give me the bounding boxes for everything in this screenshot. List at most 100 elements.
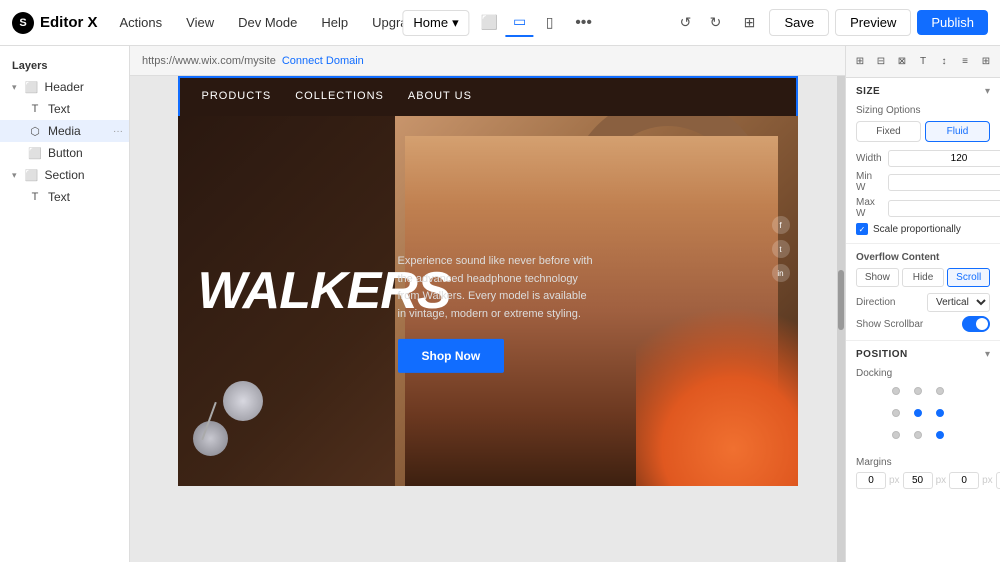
- orange-accent: [636, 301, 797, 486]
- hide-button[interactable]: Hide: [902, 268, 945, 287]
- canvas-scroll-handle[interactable]: [838, 270, 844, 330]
- website-frame[interactable]: PRODUCTS COLLECTIONS ABOUT US: [178, 76, 798, 486]
- minw-label: Min W: [856, 171, 884, 193]
- earbuds-image: [193, 371, 293, 471]
- undo-redo-group: ↺ ↻: [671, 9, 729, 37]
- preview-button[interactable]: Preview: [835, 9, 911, 36]
- chevron-down-icon: ▾: [452, 15, 459, 31]
- dock-mc[interactable]: [914, 409, 922, 417]
- toggle-knob: [976, 318, 988, 330]
- width-label: Width: [856, 153, 884, 164]
- dock-tl[interactable]: [892, 387, 900, 395]
- current-page: Home: [413, 15, 448, 30]
- nav-actions[interactable]: Actions: [110, 11, 173, 34]
- align-right-icon[interactable]: ⊠: [892, 51, 912, 73]
- sidebar-item-media[interactable]: ⬡ Media ···: [0, 120, 129, 142]
- undo-button[interactable]: ↺: [671, 9, 699, 37]
- margin-top-input[interactable]: [856, 472, 886, 489]
- facebook-icon[interactable]: f: [772, 216, 790, 234]
- nav-products[interactable]: PRODUCTS: [202, 90, 272, 102]
- direction-row: Direction Vertical: [856, 293, 990, 312]
- size-section-header[interactable]: SIZE ▾: [856, 86, 990, 97]
- margins-row: px px px: [856, 472, 990, 489]
- sidebar-item-section[interactable]: ▾ ⬜ Section: [0, 164, 129, 186]
- linkedin-icon[interactable]: in: [772, 264, 790, 282]
- scrollbar-toggle[interactable]: [962, 316, 990, 332]
- page-selector[interactable]: Home ▾: [402, 10, 469, 36]
- sidebar-label-section: Section: [45, 168, 85, 182]
- distribute-icon[interactable]: ≡: [955, 51, 975, 73]
- dock-bl[interactable]: [892, 431, 900, 439]
- more-options-icon[interactable]: •••: [570, 9, 598, 37]
- position-section-header[interactable]: POSITION ▾: [856, 349, 990, 360]
- topbar-center: Home ▾ ⬜ ▭ ▯ •••: [402, 9, 597, 37]
- layout-icon[interactable]: ⊞: [735, 9, 763, 37]
- nav-help[interactable]: Help: [311, 11, 358, 34]
- hero-section: WALKERS Experience sound: [178, 116, 798, 486]
- margin-bottom-input[interactable]: [949, 472, 979, 489]
- text2-icon: T: [28, 190, 42, 204]
- sidebar-label-header: Header: [45, 80, 84, 94]
- fixed-button[interactable]: Fixed: [856, 121, 921, 142]
- publish-button[interactable]: Publish: [917, 10, 988, 35]
- canvas-scrollbar[interactable]: [837, 76, 845, 562]
- minw-input[interactable]: [888, 174, 1000, 191]
- scale-label: Scale proportionally: [873, 224, 961, 235]
- margin-right-input[interactable]: [903, 472, 933, 489]
- sidebar-label-text1: Text: [48, 102, 70, 116]
- sidebar-label-text2: Text: [48, 190, 70, 204]
- logo-icon: S: [12, 12, 34, 34]
- nav-about[interactable]: ABOUT US: [408, 90, 472, 102]
- canvas-area: https://www.wix.com/mysite Connect Domai…: [130, 46, 845, 562]
- overflow-label: Overflow Content: [856, 252, 990, 263]
- earbud-right: [193, 421, 228, 456]
- tablet-view-icon[interactable]: ▭: [506, 9, 534, 37]
- show-button[interactable]: Show: [856, 268, 899, 287]
- nav-devmode[interactable]: Dev Mode: [228, 11, 307, 34]
- fluid-button[interactable]: Fluid: [925, 121, 990, 142]
- maxw-label: Max W: [856, 197, 884, 219]
- maxw-input[interactable]: [888, 200, 1000, 217]
- docking-area: [856, 387, 990, 449]
- hero-text-block: Experience sound like never before with …: [398, 253, 598, 373]
- sidebar-item-text2[interactable]: T Text: [0, 186, 129, 208]
- twitter-icon[interactable]: t: [772, 240, 790, 258]
- sidebar-item-header[interactable]: ▾ ⬜ Header: [0, 76, 129, 98]
- sidebar-item-button[interactable]: ⬜ Button: [0, 142, 129, 164]
- earbuds-visual: [193, 371, 293, 471]
- spacing-icon[interactable]: ⊞: [976, 51, 996, 73]
- layers-title: Layers: [0, 54, 129, 76]
- item-more-icon[interactable]: ···: [113, 126, 123, 137]
- connect-domain-link[interactable]: Connect Domain: [282, 55, 364, 67]
- desktop-view-icon[interactable]: ⬜: [476, 9, 504, 37]
- dock-ml[interactable]: [892, 409, 900, 417]
- nav-collections[interactable]: COLLECTIONS: [295, 90, 384, 102]
- app-title: Editor X: [40, 14, 98, 31]
- position-collapse-icon[interactable]: ▾: [985, 349, 990, 360]
- dock-bc[interactable]: [914, 431, 922, 439]
- panel-toolbar: ⊞ ⊟ ⊠ T ↕ ≡ ⊞: [846, 46, 1000, 78]
- size-collapse-icon[interactable]: ▾: [985, 86, 990, 97]
- scroll-button[interactable]: Scroll: [947, 268, 990, 287]
- dock-br[interactable]: [936, 431, 944, 439]
- vertical-align-icon[interactable]: ↕: [934, 51, 954, 73]
- dock-tr[interactable]: [936, 387, 944, 395]
- dock-mr[interactable]: [936, 409, 944, 417]
- shop-now-button[interactable]: Shop Now: [398, 339, 505, 373]
- direction-select[interactable]: Vertical: [927, 293, 990, 312]
- width-input[interactable]: [888, 150, 1000, 167]
- text-align-icon[interactable]: T: [913, 51, 933, 73]
- margin-left-input[interactable]: [996, 472, 1000, 489]
- save-button[interactable]: Save: [769, 9, 829, 36]
- view-icons: ⬜ ▭ ▯: [476, 9, 564, 37]
- redo-button[interactable]: ↻: [701, 9, 729, 37]
- align-left-icon[interactable]: ⊞: [850, 51, 870, 73]
- mobile-view-icon[interactable]: ▯: [536, 9, 564, 37]
- align-center-icon[interactable]: ⊟: [871, 51, 891, 73]
- nav-view[interactable]: View: [176, 11, 224, 34]
- position-section: POSITION ▾ Docking: [846, 341, 1000, 497]
- dock-tc[interactable]: [914, 387, 922, 395]
- topbar: S Editor X Actions View Dev Mode Help Up…: [0, 0, 1000, 46]
- sidebar-item-text1[interactable]: T Text: [0, 98, 129, 120]
- scale-checkbox[interactable]: ✓: [856, 223, 868, 235]
